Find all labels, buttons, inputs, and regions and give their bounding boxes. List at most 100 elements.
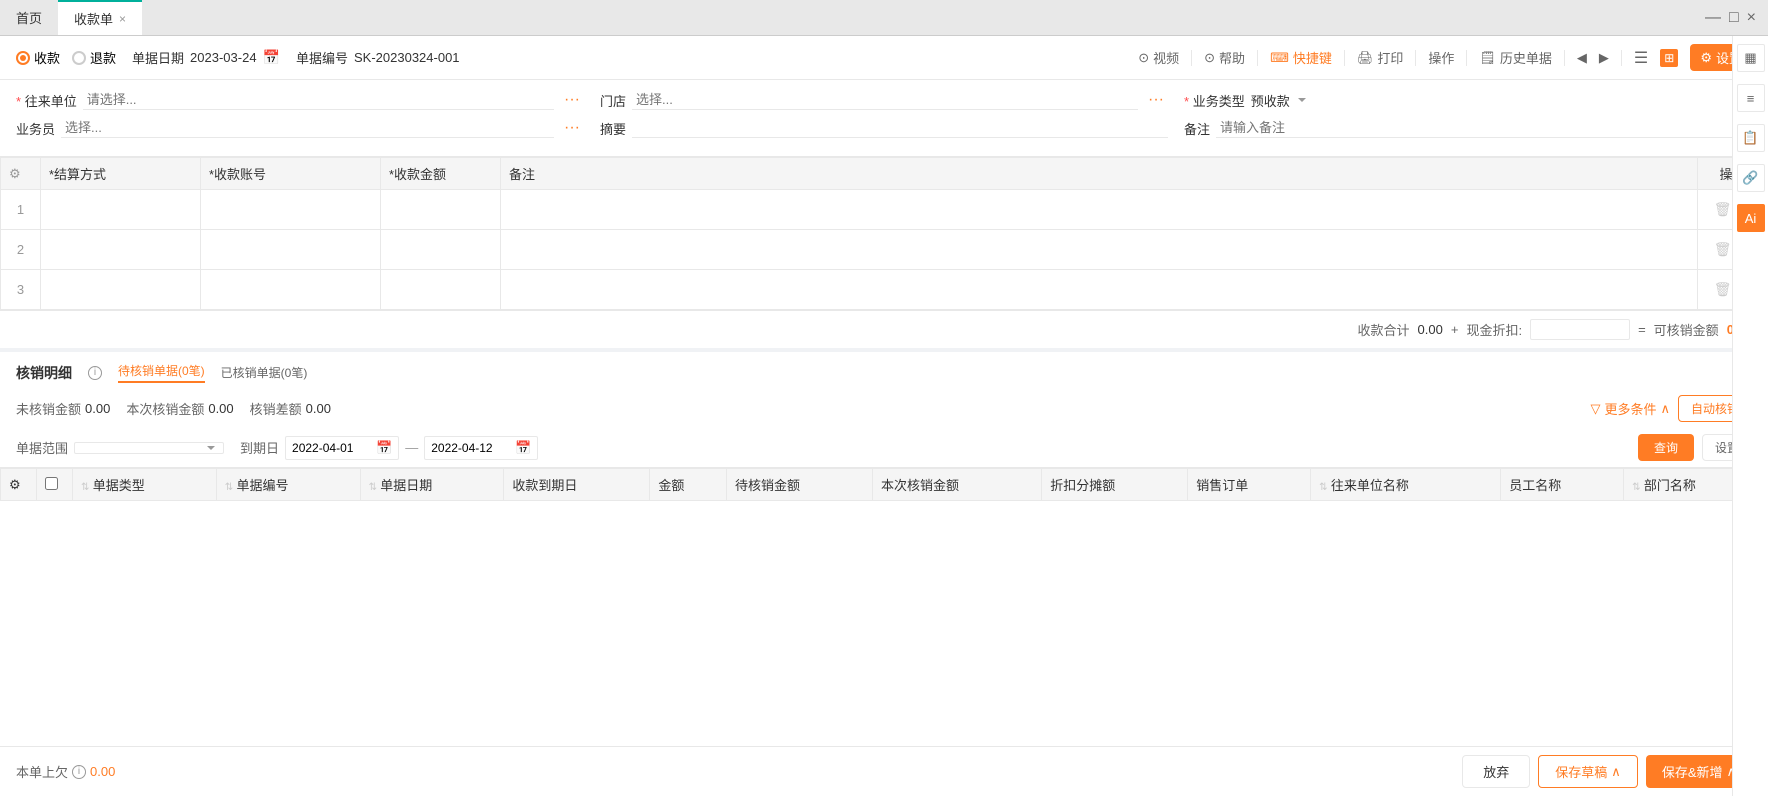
print-label: 打印: [1377, 48, 1403, 67]
partner-input[interactable]: [83, 90, 554, 110]
sort-icon-date[interactable]: ⇅: [369, 482, 377, 493]
remark-input[interactable]: [1216, 118, 1752, 138]
range-field: 单据范围: [16, 438, 224, 457]
sidebar-link-icon[interactable]: 🔗: [1737, 164, 1765, 192]
calendar-to-icon[interactable]: 📅: [515, 440, 531, 456]
sort-icon-dept[interactable]: ⇅: [1632, 482, 1640, 493]
shortcut-btn[interactable]: ⌨ 快捷键: [1270, 48, 1332, 67]
plus-sign: +: [1451, 322, 1459, 337]
done-tab[interactable]: 已核销单据(0笔): [221, 364, 308, 381]
video-label: 视频: [1153, 48, 1179, 67]
row3-remark[interactable]: [501, 270, 1698, 310]
row3-amount[interactable]: [381, 270, 501, 310]
video-btn[interactable]: ⊙ 视频: [1138, 48, 1179, 67]
row3-account[interactable]: [201, 270, 381, 310]
tab-home[interactable]: 首页: [0, 0, 58, 35]
sidebar-clip-icon[interactable]: 📋: [1737, 124, 1765, 152]
print-btn[interactable]: 🖨 打印: [1357, 48, 1404, 67]
row2-jiesuan[interactable]: [41, 230, 201, 270]
row1-delete-icon[interactable]: 🗑: [1714, 201, 1732, 218]
filter-row: 单据范围 到期日 📅 — 📅 查询 设置: [0, 428, 1768, 468]
hexiao-stats: 未核销金额 0.00 本次核销金额 0.00 核销差额 0.00 ▽ 更多条件 …: [0, 389, 1768, 428]
summary-input[interactable]: [632, 118, 1168, 138]
store-input[interactable]: [632, 90, 1138, 110]
business-type-dropdown-icon[interactable]: [1298, 98, 1306, 102]
sort-icon-type[interactable]: ⇅: [81, 482, 89, 493]
table-area: ⚙ *结算方式 *收款账号 *收款金额 备注 操作 1: [0, 157, 1768, 310]
row2-amount[interactable]: [381, 230, 501, 270]
history-btn[interactable]: 🗒 历史单据: [1479, 48, 1552, 67]
radio-tuikuan[interactable]: 退款: [72, 48, 116, 67]
row1-remark[interactable]: [501, 190, 1698, 230]
divider6: [1564, 50, 1565, 66]
detail-gear-icon[interactable]: ⚙: [9, 477, 21, 492]
link-icon: 🔗: [1742, 170, 1758, 186]
operation-btn[interactable]: 操作: [1428, 48, 1454, 67]
more-conditions-btn[interactable]: ▽ 更多条件 ∧: [1590, 399, 1670, 418]
sort-icon-number[interactable]: ⇅: [225, 482, 233, 493]
date-separator: —: [405, 440, 418, 455]
row1-jiesuan[interactable]: [41, 190, 201, 230]
date-from-text[interactable]: [292, 441, 372, 455]
store-label: 门店: [600, 91, 626, 110]
range-select[interactable]: [74, 442, 224, 454]
row2-remark[interactable]: [501, 230, 1698, 270]
hexiao-info-icon[interactable]: i: [88, 366, 102, 380]
range-chevron-icon: [207, 446, 215, 450]
form-row-1: * 往来单位 ··· 门店 ··· * 业务类型 预收款: [16, 90, 1752, 110]
grid-view-icon[interactable]: ⊞: [1660, 49, 1678, 67]
row2-delete-icon[interactable]: 🗑: [1714, 241, 1732, 258]
sidebar-list-icon[interactable]: ≡: [1737, 84, 1765, 112]
list-view-icon[interactable]: ☰: [1634, 48, 1648, 68]
help-btn[interactable]: ⊙ 帮助: [1204, 48, 1245, 67]
save-draft-chevron-icon[interactable]: ∧: [1611, 764, 1621, 780]
save-draft-label: 保存草稿: [1555, 762, 1607, 781]
salesman-more-icon[interactable]: ···: [560, 119, 584, 137]
gear-icon[interactable]: ⚙: [9, 166, 21, 181]
discount-input[interactable]: [1530, 319, 1630, 340]
table-row: 2 🗑 ⊞: [1, 230, 1768, 270]
abandon-button[interactable]: 放弃: [1462, 755, 1530, 788]
row3-delete-icon[interactable]: 🗑: [1714, 281, 1732, 298]
save-draft-button[interactable]: 保存草稿 ∧: [1538, 755, 1638, 788]
radio-shoukuan-dot: [16, 51, 30, 65]
calendar-from-icon[interactable]: 📅: [376, 440, 392, 456]
minimize-icon[interactable]: —: [1705, 9, 1721, 27]
bottom-info-icon[interactable]: i: [72, 765, 86, 779]
pending-tab[interactable]: 待核销单据(0笔): [118, 362, 205, 383]
date-field: 到期日 📅 — 📅: [240, 436, 538, 460]
row3-jiesuan[interactable]: [41, 270, 201, 310]
row1-account[interactable]: [201, 190, 381, 230]
date-from-input[interactable]: 📅: [285, 436, 399, 460]
sidebar-table-icon[interactable]: ▦: [1737, 44, 1765, 72]
calendar-icon[interactable]: 📅: [263, 49, 280, 66]
bottom-amount-value: 0.00: [90, 764, 115, 779]
partner-field: * 往来单位 ···: [16, 90, 584, 110]
nav-right-icon[interactable]: ▶: [1599, 50, 1609, 66]
salesman-input[interactable]: [61, 118, 554, 138]
row2-account[interactable]: [201, 230, 381, 270]
radio-shoukuan[interactable]: 收款: [16, 48, 60, 67]
date-to-text[interactable]: [431, 441, 511, 455]
row1-amount[interactable]: [381, 190, 501, 230]
tab-shoukuan[interactable]: 收款单 ×: [58, 0, 142, 35]
radio-tuikuan-dot: [72, 51, 86, 65]
query-button[interactable]: 查询: [1638, 434, 1694, 461]
date-to-input[interactable]: 📅: [424, 436, 538, 460]
maximize-icon[interactable]: □: [1729, 9, 1739, 27]
detail-header-gear[interactable]: ⚙: [1, 469, 37, 501]
tab-bar: 首页 收款单 × — □ ×: [0, 0, 1768, 36]
discount-label: 现金折扣:: [1466, 320, 1522, 339]
video-icon: ⊙: [1138, 50, 1149, 66]
sidebar-ai-icon[interactable]: Ai: [1737, 204, 1765, 232]
partner-more-icon[interactable]: ···: [560, 91, 584, 109]
window-close-icon[interactable]: ×: [1747, 9, 1756, 27]
tab-close-icon[interactable]: ×: [119, 12, 126, 26]
sort-icon-partner[interactable]: ⇅: [1319, 482, 1327, 493]
select-all-checkbox[interactable]: [45, 477, 58, 490]
number-label: 单据编号: [296, 48, 348, 67]
nav-left-icon[interactable]: ◀: [1577, 50, 1587, 66]
header-gear[interactable]: ⚙: [1, 158, 41, 190]
detail-header-checkbox[interactable]: [37, 469, 73, 501]
store-more-icon[interactable]: ···: [1144, 91, 1168, 109]
